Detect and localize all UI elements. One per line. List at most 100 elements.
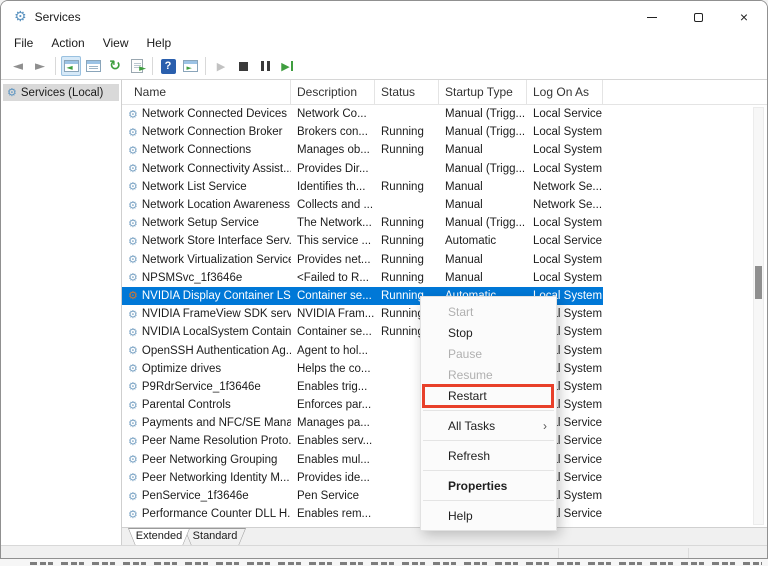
service-row[interactable]: ⚙ Network Virtualization Service Provides … — [122, 251, 603, 269]
column-header-log-on-as[interactable]: Log On As — [527, 80, 603, 104]
column-header-label: Startup Type — [445, 85, 513, 99]
vertical-scrollbar[interactable] — [753, 107, 764, 525]
service-name-cell: ⚙ NVIDIA FrameView SDK servi... — [122, 308, 291, 320]
context-menu-item-refresh[interactable]: Refresh — [421, 445, 556, 466]
close-button[interactable]: × — [721, 1, 767, 33]
service-name: NPSMSvc_1f3646e — [141, 271, 243, 284]
service-name-cell: ⚙ Peer Networking Grouping — [122, 454, 291, 466]
service-gear-icon: ⚙ — [128, 362, 138, 375]
service-startup-cell: Manual (Trigg... — [445, 162, 526, 175]
menu-action[interactable]: Action — [42, 34, 93, 52]
service-row[interactable]: ⚙ Network Setup Service The Network... Runn… — [122, 214, 603, 232]
service-row[interactable]: ⚙ Network Location Awareness Collects and … — [122, 196, 603, 214]
service-description-cell: Enables serv... — [297, 435, 373, 448]
service-description-cell: Container se... — [297, 289, 372, 302]
context-menu-item-start: Start — [421, 301, 556, 322]
services-gear-icon: ⚙ — [7, 86, 17, 99]
column-header-startup-type[interactable]: Startup Type — [439, 80, 527, 104]
service-name: Parental Controls — [141, 399, 231, 412]
sidebar-item-services-local[interactable]: ⚙ Services (Local) — [3, 84, 119, 101]
tab-standard[interactable]: Standard — [184, 528, 246, 545]
service-name: Network Virtualization Service — [141, 253, 291, 266]
context-menu-item-stop[interactable]: Stop — [421, 322, 556, 343]
refresh-button[interactable]: ↻ — [105, 56, 125, 76]
toolbar-separator — [205, 57, 206, 75]
service-gear-icon: ⚙ — [128, 399, 138, 412]
minimize-button[interactable] — [629, 1, 675, 33]
sidebar-item-label: Services (Local) — [20, 86, 104, 99]
service-name: Network Connections — [141, 144, 252, 157]
service-name: PenService_1f3646e — [141, 490, 249, 503]
service-gear-icon: ⚙ — [128, 344, 138, 357]
service-row[interactable]: ⚙ Network Connectivity Assist... Provides … — [122, 160, 603, 178]
properties-list-button[interactable] — [83, 56, 103, 76]
menu-separator — [423, 500, 554, 501]
service-description-cell: Manages ob... — [297, 144, 370, 157]
service-logon-cell: Local System — [533, 217, 603, 230]
sort-ascending-icon: ˆ — [202, 80, 206, 89]
service-row[interactable]: ⚙ Network Connected Devices ... Network Co… — [122, 105, 603, 123]
service-description-cell: Container se... — [297, 326, 372, 339]
show-console-tree-button[interactable]: ◄ — [61, 56, 81, 76]
main-area: ⚙ Services (Local) ˆ Name Description Stat… — [1, 80, 767, 545]
service-gear-icon: ⚙ — [128, 289, 138, 302]
properties-list-icon — [85, 60, 101, 72]
column-header-label: Name — [134, 85, 167, 99]
column-header-status[interactable]: Status — [375, 80, 439, 104]
menu-view[interactable]: View — [94, 34, 138, 52]
service-name: P9RdrService_1f3646e — [141, 380, 261, 393]
restart-highlight-annotation — [422, 384, 554, 408]
column-header-label: Log On As — [533, 85, 590, 99]
service-name-cell: ⚙ Payments and NFC/SE Mana... — [122, 417, 291, 429]
column-header-name[interactable]: Name — [122, 80, 291, 104]
service-name: Payments and NFC/SE Mana... — [141, 417, 291, 430]
menu-file[interactable]: File — [5, 34, 42, 52]
service-name-cell: ⚙ Peer Name Resolution Proto... — [122, 435, 291, 447]
service-description-cell: Manages pa... — [297, 417, 370, 430]
service-name-cell: ⚙ Performance Counter DLL H... — [122, 508, 291, 520]
tab-extended[interactable]: Extended — [128, 528, 190, 545]
tab-label: Extended — [129, 529, 189, 545]
service-row[interactable]: ⚙ Network Connections Manages ob... Running… — [122, 141, 603, 159]
maximize-icon — [693, 12, 703, 22]
start-service-button[interactable]: ▶ — [211, 56, 231, 76]
stop-service-button[interactable] — [233, 56, 253, 76]
service-startup-cell: Automatic — [445, 235, 497, 248]
status-bar-divider — [558, 548, 559, 558]
pause-service-button[interactable] — [255, 56, 275, 76]
minimize-icon — [647, 16, 657, 18]
extended-view-button[interactable]: ► — [180, 56, 200, 76]
service-logon-cell: Local System — [533, 162, 603, 175]
service-gear-icon: ⚙ — [128, 253, 138, 266]
service-gear-icon: ⚙ — [128, 108, 138, 121]
maximize-button[interactable] — [675, 1, 721, 33]
service-name: Network Store Interface Serv... — [141, 235, 291, 248]
scrollbar-thumb[interactable] — [755, 266, 762, 299]
service-gear-icon: ⚙ — [128, 162, 138, 175]
service-row[interactable]: ⚙ NPSMSvc_1f3646e <Failed to R... Running Ma… — [122, 269, 603, 287]
menu-help[interactable]: Help — [138, 34, 181, 52]
service-row[interactable]: ⚙ Network Store Interface Serv... This ser… — [122, 232, 603, 250]
forward-button[interactable]: ► — [30, 56, 50, 76]
service-name: Performance Counter DLL H... — [141, 508, 291, 521]
context-menu-item-all-tasks[interactable]: All Tasks › — [421, 415, 556, 436]
toolbar-separator — [55, 57, 56, 75]
window-title: Services — [34, 10, 81, 24]
service-name-cell: ⚙ Network List Service — [122, 181, 291, 193]
back-button[interactable]: ◄ — [8, 56, 28, 76]
help-button[interactable]: ? — [158, 56, 178, 76]
service-name-cell: ⚙ Network Virtualization Service — [122, 254, 291, 266]
context-menu-item-help[interactable]: Help — [421, 505, 556, 526]
service-name: Network Location Awareness — [141, 199, 290, 212]
service-gear-icon: ⚙ — [128, 508, 138, 521]
restart-service-button[interactable]: ▶ — [277, 56, 297, 76]
export-list-button[interactable]: ► — [127, 56, 147, 76]
context-menu-item-label: Refresh — [448, 448, 491, 463]
service-gear-icon: ⚙ — [128, 380, 138, 393]
context-menu-item-properties[interactable]: Properties — [421, 475, 556, 496]
service-row[interactable]: ⚙ Network Connection Broker Brokers con...… — [122, 123, 603, 141]
tab-label: Standard — [185, 529, 245, 545]
service-row[interactable]: ⚙ Network List Service Identifies th... Run… — [122, 178, 603, 196]
column-header-description[interactable]: Description — [291, 80, 375, 104]
service-status-cell: Running — [381, 271, 424, 284]
